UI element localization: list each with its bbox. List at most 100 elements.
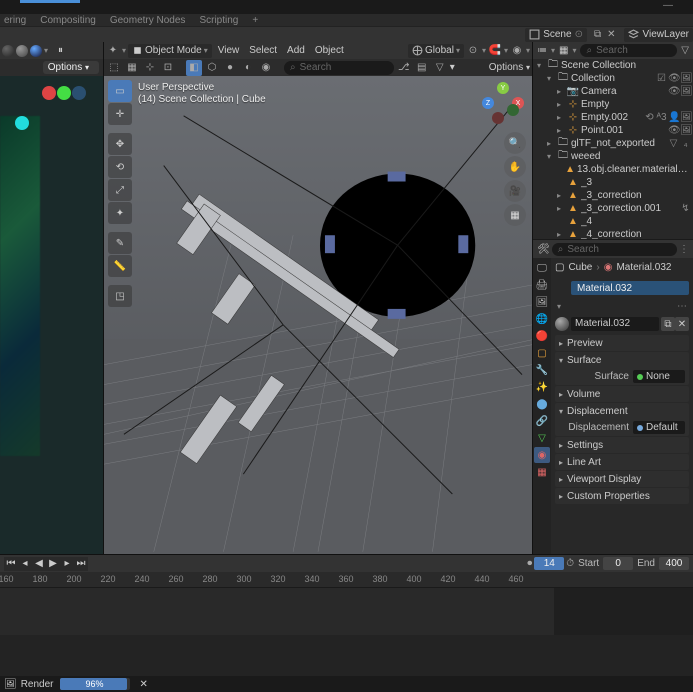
tab-output[interactable]: 🖨 <box>534 277 550 293</box>
options-dropdown[interactable]: Options ▾ <box>43 61 99 74</box>
outliner-row[interactable]: ▲_4 <box>533 215 693 228</box>
tab-viewlayer[interactable]: 🖼 <box>534 294 550 310</box>
filter-icon[interactable]: ▽ <box>681 45 689 56</box>
chevron-down-icon[interactable]: ▾ <box>122 46 126 55</box>
outliner-row[interactable]: ▸🗀glTF_not_exported▽₄ <box>533 137 693 150</box>
tool-annotate[interactable]: ✎ <box>108 232 132 254</box>
restrict-toggles[interactable]: ▽₄ <box>668 138 693 149</box>
image-editor-header[interactable]: ▾ ⏸ <box>0 42 103 59</box>
tab-data[interactable]: ▽ <box>534 430 550 446</box>
navigation-gizmo[interactable]: Y X Z <box>482 82 524 124</box>
tab-scene[interactable]: 🌐 <box>534 311 550 327</box>
tab-modifiers[interactable]: 🔧 <box>534 362 550 378</box>
outliner-row[interactable]: ▸⊹Empty <box>533 98 693 111</box>
editor-type-icon[interactable]: ≔ <box>537 45 547 56</box>
crumb-object[interactable]: Cube <box>568 262 592 273</box>
shading-wire-icon[interactable]: ⬡ <box>204 60 220 76</box>
jump-end-button[interactable]: ⏭ <box>74 557 88 571</box>
editor-type-icon[interactable]: ✦ <box>106 44 120 58</box>
outliner-row[interactable]: ▸⊹Point.001👁🖼 <box>533 124 693 137</box>
start-frame-field[interactable]: 0 <box>603 557 633 570</box>
material-name-field[interactable]: Material.032 <box>571 317 659 331</box>
sync-icon[interactable]: ⏱ <box>566 558 574 569</box>
tool-measure[interactable]: 📏 <box>108 255 132 277</box>
chevron-down-icon[interactable]: ▾ <box>557 302 561 311</box>
panel-header-displacement[interactable]: ▾Displacement <box>555 403 689 419</box>
panel-header-preview[interactable]: ▸Preview <box>555 335 689 351</box>
proportional-icon[interactable]: ◉ <box>510 44 524 58</box>
play-reverse-button[interactable]: ◀ <box>32 557 46 571</box>
shading-solid-icon[interactable]: ● <box>222 60 238 76</box>
tool-add-cube[interactable]: ◳ <box>108 285 132 307</box>
shading-matprev-icon[interactable]: ◐ <box>240 60 256 76</box>
tool-scale[interactable]: ⤢ <box>108 179 132 201</box>
panel-header-volume[interactable]: ▸Volume <box>555 386 689 402</box>
delete-scene-button[interactable]: ✕ <box>604 29 618 40</box>
viewport-options-dropdown[interactable]: Options ▾ <box>489 62 530 73</box>
tab-texture[interactable]: ▦ <box>534 464 550 480</box>
new-material-button[interactable]: ⧉ <box>661 317 675 331</box>
outliner-row[interactable]: ▲_3 <box>533 176 693 189</box>
restrict-toggles[interactable]: 👁🖼 <box>668 125 693 136</box>
tab-scripting[interactable]: Scripting <box>195 15 242 26</box>
restrict-toggles[interactable]: ☑👁🖼 <box>656 73 693 84</box>
camera-button[interactable]: 🎥 <box>504 180 526 202</box>
outliner[interactable]: ▾🗀 Scene Collection ▾🗀Collection☑👁🖼▸📷Cam… <box>533 59 693 239</box>
timeline-dopesheet[interactable] <box>0 588 693 635</box>
viewport-search[interactable]: ⌕ Search <box>284 61 394 75</box>
xray-toggle-icon[interactable]: ◧ <box>186 60 202 76</box>
tab-world[interactable]: 🔴 <box>534 328 550 344</box>
panel-header-settings[interactable]: ▸Settings <box>555 437 689 453</box>
tab-material[interactable]: ◉ <box>534 447 550 463</box>
menu-add[interactable]: Add <box>283 45 309 56</box>
surface-value[interactable]: None <box>633 370 685 383</box>
slot-menu-icon[interactable]: ⋯ <box>677 301 687 312</box>
select-all-icon[interactable]: ▦ <box>124 60 140 76</box>
outliner-row[interactable]: ▾🗀Collection☑👁🖼 <box>533 72 693 85</box>
funnel-icon[interactable]: ▽ <box>432 60 448 76</box>
editor-type-icon[interactable] <box>2 45 14 57</box>
timeline-ruler[interactable]: 1601802002202402602803003203403603804004… <box>0 572 693 588</box>
axis-neg-y-icon[interactable] <box>507 104 519 116</box>
tool-transform[interactable]: ✦ <box>108 202 132 224</box>
pivot-icon[interactable]: ⊙ <box>466 44 480 58</box>
pan-button[interactable]: ✋ <box>504 156 526 178</box>
outliner-row[interactable]: ▸▲_4_correction <box>533 228 693 239</box>
end-frame-field[interactable]: 400 <box>659 557 689 570</box>
render-job-label[interactable]: 🖼 Render <box>4 679 54 690</box>
outliner-row[interactable]: ▾🗀weeed <box>533 150 693 163</box>
restrict-toggles[interactable]: ↯ <box>680 203 693 214</box>
editor-type-icon[interactable]: 🛠 <box>537 244 550 255</box>
new-scene-button[interactable]: ⧉ <box>591 29 604 40</box>
autokey-icon[interactable]: ⏺ <box>527 558 532 569</box>
restrict-toggles[interactable]: 👁🖼 <box>668 86 693 97</box>
prev-key-button[interactable]: ◂ <box>18 557 32 571</box>
material-preview-icon[interactable] <box>555 317 569 331</box>
add-workspace-button[interactable]: + <box>248 15 262 26</box>
tool-move[interactable]: ✥ <box>108 133 132 155</box>
outliner-row[interactable]: ▲13.obj.cleaner.materialmerger.gles <box>533 163 693 176</box>
tab-constraints[interactable]: 🔗 <box>534 413 550 429</box>
overlay-toggle-icon[interactable]: ⊡ <box>160 60 176 76</box>
tab-rendering[interactable]: ering <box>0 15 30 26</box>
outliner-row[interactable]: ▸📷Camera👁🖼 <box>533 85 693 98</box>
current-frame-field[interactable]: 14 <box>534 557 564 570</box>
gizmo-toggle-icon[interactable]: ⊹ <box>142 60 158 76</box>
image-editor-viewport[interactable] <box>0 76 103 554</box>
outliner-row[interactable]: ▸⊹Empty.002⟲ᴬ3👤🖼 <box>533 111 693 124</box>
panel-header-lineart[interactable]: ▸Line Art <box>555 454 689 470</box>
tool-rotate[interactable]: ⟲ <box>108 156 132 178</box>
tab-compositing[interactable]: Compositing <box>36 15 100 26</box>
play-button[interactable]: ▶ <box>46 557 60 571</box>
tab-particles[interactable]: ✨ <box>534 379 550 395</box>
jump-start-button[interactable]: ⏮ <box>4 557 18 571</box>
perspective-button[interactable]: ▦ <box>504 204 526 226</box>
material-slot[interactable]: Material.032 <box>571 281 689 295</box>
panel-header-surface[interactable]: ▾Surface <box>555 352 689 368</box>
tool-cursor[interactable]: ✛ <box>108 103 132 125</box>
menu-view[interactable]: View <box>214 45 244 56</box>
axis-y-icon[interactable]: Y <box>497 82 509 94</box>
displacement-value[interactable]: Default <box>633 421 685 434</box>
outliner-row[interactable]: ▸▲_3_correction.001↯ <box>533 202 693 215</box>
crumb-material[interactable]: Material.032 <box>616 262 671 273</box>
